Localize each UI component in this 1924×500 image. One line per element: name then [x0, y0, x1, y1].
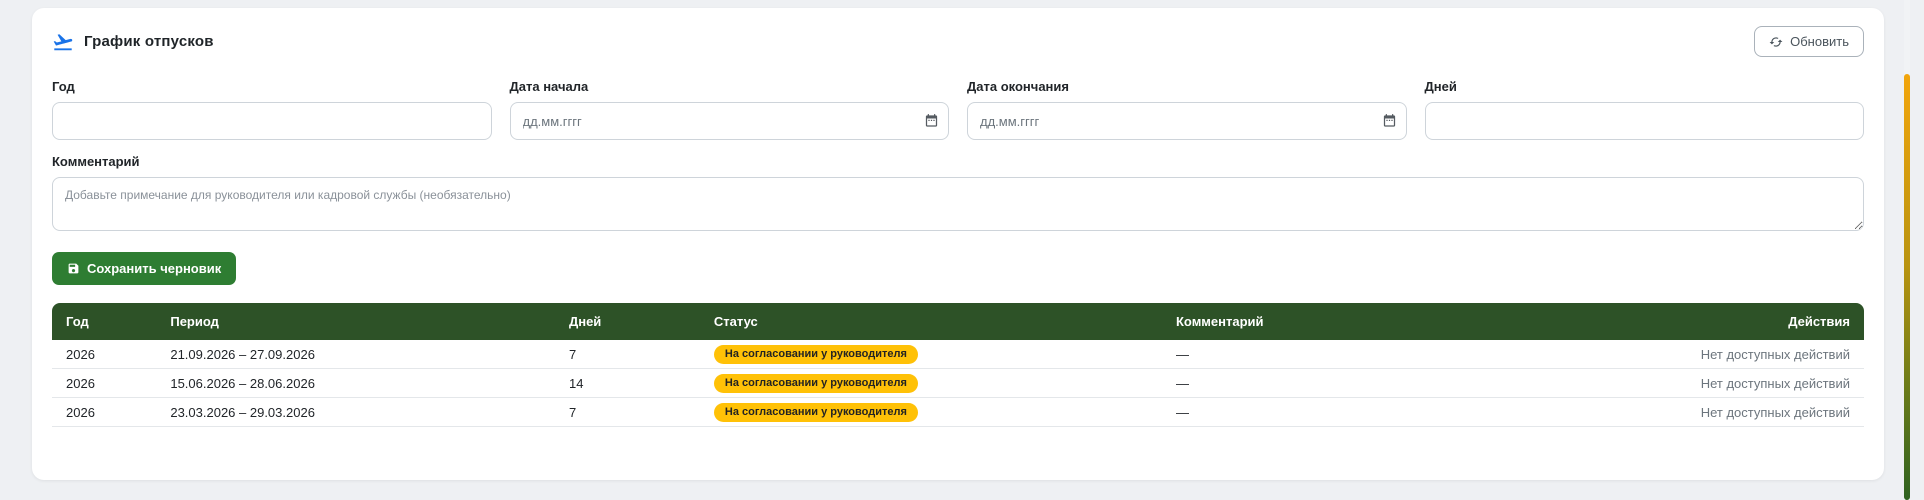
flight-takeoff-icon — [52, 31, 74, 53]
cell-period: 21.09.2026 – 27.09.2026 — [164, 340, 563, 369]
cell-comment: — — [1169, 369, 1575, 398]
end-date-input[interactable] — [967, 102, 1407, 140]
col-header-days: Дней — [562, 303, 708, 340]
col-header-actions: Действия — [1574, 303, 1864, 340]
save-draft-button[interactable]: Сохранить черновик — [52, 252, 237, 285]
year-label: Год — [52, 79, 75, 94]
days-field-group: Дней — [1424, 79, 1864, 140]
days-label: Дней — [1424, 79, 1457, 94]
refresh-icon — [1769, 35, 1783, 49]
vacation-form: Год Дата начала Дата окончания — [52, 79, 1864, 140]
col-header-year: Год — [52, 303, 165, 340]
cell-days: 7 — [562, 398, 708, 427]
comment-field-group: Комментарий — [52, 154, 1864, 236]
start-date-input[interactable] — [509, 102, 949, 140]
table-header-row: Год Период Дней Статус Комментарий Дейст… — [52, 303, 1864, 340]
start-date-field-group: Дата начала — [509, 79, 949, 140]
cell-comment: — — [1169, 340, 1575, 369]
save-icon — [67, 262, 80, 275]
status-badge: На согласовании у руководителя — [713, 344, 918, 364]
end-date-field-group: Дата окончания — [967, 79, 1407, 140]
year-input[interactable] — [52, 102, 492, 140]
cell-year: 2026 — [52, 369, 165, 398]
calendar-icon[interactable] — [924, 114, 939, 129]
end-date-label: Дата окончания — [967, 79, 1069, 94]
cell-days: 7 — [562, 340, 708, 369]
cell-period: 15.06.2026 – 28.06.2026 — [164, 369, 563, 398]
cell-year: 2026 — [52, 340, 165, 369]
cell-actions: Нет доступных действий — [1574, 340, 1864, 369]
vacation-schedule-card: График отпусков Обновить Год Дата начала — [32, 8, 1884, 480]
col-header-comment: Комментарий — [1169, 303, 1575, 340]
page-title: График отпусков — [84, 33, 214, 50]
cell-period: 23.03.2026 – 29.03.2026 — [164, 398, 563, 427]
cell-actions: Нет доступных действий — [1574, 398, 1864, 427]
year-field-group: Год — [52, 79, 492, 140]
table-row: 2026 21.09.2026 – 27.09.2026 7 На соглас… — [52, 340, 1864, 369]
calendar-icon[interactable] — [1382, 114, 1397, 129]
col-header-period: Период — [164, 303, 563, 340]
cell-comment: — — [1169, 398, 1575, 427]
cell-year: 2026 — [52, 398, 165, 427]
start-date-label: Дата начала — [509, 79, 589, 94]
status-badge: На согласовании у руководителя — [713, 373, 918, 393]
cell-actions: Нет доступных действий — [1574, 369, 1864, 398]
table-row: 2026 23.03.2026 – 29.03.2026 7 На соглас… — [52, 398, 1864, 427]
table-row: 2026 15.06.2026 – 28.06.2026 14 На согла… — [52, 369, 1864, 398]
col-header-status: Статус — [707, 303, 1170, 340]
cell-days: 14 — [562, 369, 708, 398]
vacation-table: Год Период Дней Статус Комментарий Дейст… — [52, 303, 1864, 427]
card-header: График отпусков Обновить — [52, 26, 1864, 57]
comment-label: Комментарий — [52, 154, 140, 169]
status-badge: На согласовании у руководителя — [713, 402, 918, 422]
comment-textarea[interactable] — [52, 177, 1864, 231]
refresh-button[interactable]: Обновить — [1754, 26, 1864, 57]
scrollbar-thumb[interactable] — [1904, 74, 1910, 500]
days-input[interactable] — [1424, 102, 1864, 140]
